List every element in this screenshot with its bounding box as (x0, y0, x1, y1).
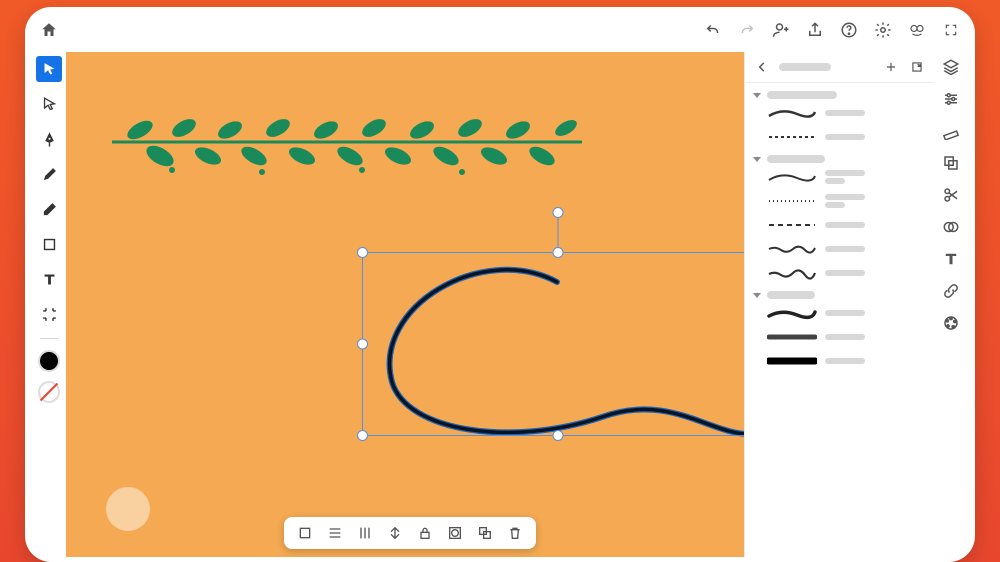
brush-row[interactable] (753, 301, 926, 325)
stroke-color-swatch[interactable] (38, 381, 60, 403)
handle-bl[interactable] (357, 430, 368, 441)
selection-tool[interactable] (36, 56, 62, 82)
right-toolbar (936, 52, 966, 332)
type-panel-icon[interactable] (942, 250, 960, 268)
handle-tl[interactable] (357, 247, 368, 258)
help-icon[interactable] (840, 21, 858, 39)
brush-row[interactable] (753, 101, 926, 125)
brushes-panel (744, 52, 934, 557)
panel-body[interactable] (745, 83, 934, 557)
rotate-handle[interactable] (552, 207, 563, 218)
distribute-icon[interactable] (356, 524, 374, 542)
brush-row[interactable] (753, 325, 926, 349)
handle-tm[interactable] (553, 247, 564, 258)
panel-header (745, 52, 934, 83)
add-icon[interactable] (882, 58, 900, 76)
mask-icon[interactable] (446, 524, 464, 542)
touch-indicator (106, 487, 150, 531)
canvas[interactable] (66, 52, 754, 557)
combine-icon[interactable] (942, 154, 960, 172)
share-icon[interactable] (806, 21, 824, 39)
brush-row[interactable] (753, 165, 926, 189)
topbar (30, 12, 970, 48)
shape-tool[interactable] (36, 231, 62, 257)
tablet-frame (25, 7, 975, 562)
layers-icon[interactable] (942, 58, 960, 76)
scissors-icon[interactable] (942, 186, 960, 204)
repeat-icon[interactable] (942, 314, 960, 332)
align-icon[interactable] (326, 524, 344, 542)
properties-icon[interactable] (942, 90, 960, 108)
ruler-icon[interactable] (942, 122, 960, 140)
handle-bm[interactable] (553, 430, 564, 441)
lock-icon[interactable] (416, 524, 434, 542)
brush-row[interactable] (753, 189, 926, 213)
group-header[interactable] (753, 89, 926, 101)
link-icon[interactable] (942, 282, 960, 300)
settings-icon[interactable] (874, 21, 892, 39)
direct-selection-tool[interactable] (36, 91, 62, 117)
outline-icon[interactable] (296, 524, 314, 542)
invite-icon[interactable] (772, 21, 790, 39)
pen-tool[interactable] (36, 126, 62, 152)
eraser-tool[interactable] (36, 196, 62, 222)
brush-row[interactable] (753, 237, 926, 261)
group-header[interactable] (753, 289, 926, 301)
redo-icon (738, 21, 756, 39)
brush-row[interactable] (753, 213, 926, 237)
context-toolbar (284, 517, 536, 549)
pathfinder-icon[interactable] (942, 218, 960, 236)
selection-bounding-box[interactable] (362, 252, 754, 436)
vine-artwork (112, 112, 582, 182)
left-toolbar (34, 52, 64, 403)
brush-row[interactable] (753, 261, 926, 285)
app-window (30, 12, 970, 557)
type-tool[interactable] (36, 266, 62, 292)
brush-group-artistic (745, 287, 934, 375)
back-icon[interactable] (753, 58, 771, 76)
fullscreen-icon[interactable] (942, 21, 960, 39)
precision-icon[interactable] (908, 21, 926, 39)
group-icon[interactable] (476, 524, 494, 542)
brush-row[interactable] (753, 125, 926, 149)
brush-row[interactable] (753, 349, 926, 373)
brush-group-calligraphic (745, 151, 934, 287)
pencil-tool[interactable] (36, 161, 62, 187)
home-icon[interactable] (40, 21, 58, 39)
artboard-tool[interactable] (36, 301, 62, 327)
brush-group-basic (745, 87, 934, 151)
undo-icon[interactable] (704, 21, 722, 39)
panel-title (779, 63, 831, 71)
fill-color-swatch[interactable] (38, 350, 60, 372)
export-icon[interactable] (908, 58, 926, 76)
handle-ml[interactable] (357, 339, 368, 350)
divider (40, 338, 58, 339)
arrange-icon[interactable] (386, 524, 404, 542)
delete-icon[interactable] (506, 524, 524, 542)
group-header[interactable] (753, 153, 926, 165)
